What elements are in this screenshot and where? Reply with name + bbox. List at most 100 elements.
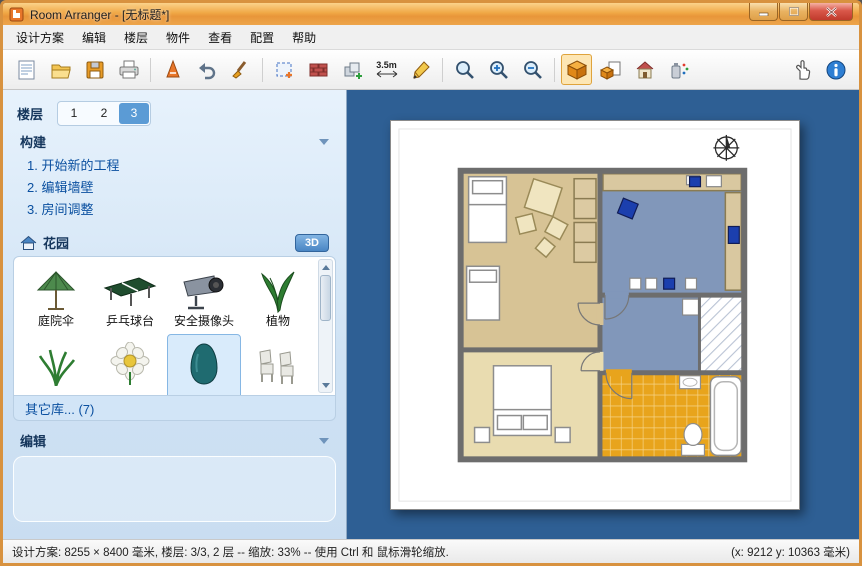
zoom-out-button[interactable] [517, 54, 548, 85]
draw-wall-button[interactable] [405, 54, 436, 85]
floor-tabs: 1 2 3 [57, 100, 152, 126]
library-grid: 庭院伞 乒乓球台 安全摄像头 植物 [14, 257, 335, 395]
toilet[interactable] [680, 422, 706, 456]
insert-object-button[interactable] [337, 54, 368, 85]
window-controls [748, 3, 853, 21]
open-button[interactable] [45, 54, 76, 85]
library-scrollbar[interactable] [318, 259, 333, 393]
wall-button[interactable] [303, 54, 334, 85]
security-camera-icon [178, 264, 230, 314]
status-coordinates: (x: 9212 y: 10363 毫米) [731, 546, 850, 559]
measure-button[interactable]: 3.5m [371, 54, 402, 85]
toolbar-separator [442, 57, 443, 82]
add-room-button[interactable] [269, 54, 300, 85]
toolbar-separator [262, 57, 263, 82]
menu-help[interactable]: 帮助 [283, 25, 325, 50]
build-section-label: 构建 [20, 135, 47, 150]
floor-selector: 楼层 1 2 3 [13, 98, 336, 128]
floor-plan[interactable] [391, 121, 799, 509]
home-icon [20, 235, 37, 250]
bathtub[interactable] [709, 375, 743, 457]
garden-3d-button[interactable]: 3D [294, 233, 329, 252]
object-library: 庭院伞 乒乓球台 安全摄像头 植物 [13, 256, 336, 396]
garden-section-label: 花园 [43, 236, 70, 251]
wizard-button[interactable] [157, 54, 188, 85]
scroll-down-icon[interactable] [319, 378, 332, 392]
close-button[interactable] [809, 3, 853, 21]
save-button[interactable] [79, 54, 110, 85]
undo-button[interactable] [191, 54, 222, 85]
library-item-label: 庭院伞 [37, 314, 74, 328]
build-steps: 1. 开始新的工程 2. 编辑墙壁 3. 房间调整 [13, 155, 336, 229]
scroll-up-icon[interactable] [319, 260, 332, 274]
walkthrough-button[interactable] [629, 54, 660, 85]
library-item-egg-sculpture[interactable] [167, 334, 241, 395]
step-adjust-rooms[interactable]: 3. 房间调整 [27, 199, 326, 221]
zoom-tool-button[interactable] [449, 54, 480, 85]
library-item-pingpong[interactable]: 乒乓球台 [93, 262, 167, 330]
maximize-button[interactable] [779, 3, 808, 21]
step-edit-walls[interactable]: 2. 编辑墙壁 [27, 177, 326, 199]
pingpong-table-icon [101, 264, 159, 314]
toolbar: 3.5m [3, 50, 859, 90]
library-item-label: 植物 [265, 314, 290, 328]
compass-icon [713, 134, 740, 161]
egg-sculpture-icon [184, 336, 224, 386]
plant-icon [258, 264, 298, 314]
edit-section-label: 编辑 [20, 434, 47, 449]
garden-chairs-icon [254, 336, 302, 386]
toolbar-separator [150, 57, 151, 82]
library-item-camera[interactable]: 安全摄像头 [167, 262, 241, 330]
grass-icon [34, 336, 78, 386]
menu-view[interactable]: 查看 [199, 25, 241, 50]
floor-tab-1[interactable]: 1 [59, 103, 89, 124]
app-window: Room Arranger - [无标题*] 设计方案 编辑 楼层 物件 查看 … [0, 0, 862, 566]
titlebar[interactable]: Room Arranger - [无标题*] [3, 3, 859, 25]
view-3d-button[interactable] [561, 54, 592, 85]
app-icon [9, 7, 24, 22]
toolbar-separator [554, 57, 555, 82]
menubar: 设计方案 编辑 楼层 物件 查看 配置 帮助 [3, 25, 859, 50]
menu-edit[interactable]: 编辑 [73, 25, 115, 50]
menu-objects[interactable]: 物件 [157, 25, 199, 50]
floor-tab-2[interactable]: 2 [89, 103, 119, 124]
main-content: 楼层 1 2 3 构建 1. 开始新的工程 2. 编辑墙壁 3. 房间调整 花园… [3, 90, 859, 539]
library-item-chairs[interactable] [241, 334, 315, 395]
step-new-project[interactable]: 1. 开始新的工程 [27, 155, 326, 177]
floor-tab-3[interactable]: 3 [119, 102, 150, 124]
format-brush-button[interactable] [225, 54, 256, 85]
window-title: Room Arranger - [无标题*] [30, 7, 170, 22]
edit-panel-empty [13, 456, 336, 522]
floor-plan-page[interactable] [390, 120, 800, 510]
render-button[interactable] [663, 54, 694, 85]
zoom-in-button[interactable] [483, 54, 514, 85]
print-button[interactable] [113, 54, 144, 85]
garden-section-header[interactable]: 花园 3D [13, 229, 336, 256]
new-project-button[interactable] [11, 54, 42, 85]
other-libraries-link[interactable]: 其它库... (7) [13, 396, 336, 421]
scrollbar-thumb[interactable] [320, 275, 331, 321]
sidebar: 楼层 1 2 3 构建 1. 开始新的工程 2. 编辑墙壁 3. 房间调整 花园… [3, 90, 347, 539]
menu-floors[interactable]: 楼层 [115, 25, 157, 50]
build-section-header[interactable]: 构建 [13, 128, 336, 155]
flower-icon [108, 336, 152, 386]
edit-section-header[interactable]: 编辑 [13, 427, 336, 454]
measure-label: 3.5m [376, 60, 397, 70]
patio-umbrella-icon [32, 264, 80, 314]
pointer-hand-button[interactable] [786, 54, 817, 85]
library-item-plant[interactable]: 植物 [241, 262, 315, 330]
chevron-down-icon[interactable] [319, 138, 329, 145]
menu-options[interactable]: 配置 [241, 25, 283, 50]
library-item-grass[interactable] [19, 334, 93, 395]
menu-design[interactable]: 设计方案 [7, 25, 73, 50]
library-item-daisy[interactable] [93, 334, 167, 395]
copy-view-button[interactable] [595, 54, 626, 85]
chevron-down-icon[interactable] [319, 437, 329, 444]
info-button[interactable] [820, 54, 851, 85]
library-item-label: 乒乓球台 [105, 314, 154, 328]
status-left: 设计方案: 8255 × 8400 毫米, 楼层: 3/3, 2 层 -- 缩放… [12, 546, 449, 559]
minimize-button[interactable] [749, 3, 778, 21]
sink[interactable] [678, 375, 702, 390]
library-item-umbrella[interactable]: 庭院伞 [19, 262, 93, 330]
plan-canvas[interactable] [347, 90, 859, 539]
